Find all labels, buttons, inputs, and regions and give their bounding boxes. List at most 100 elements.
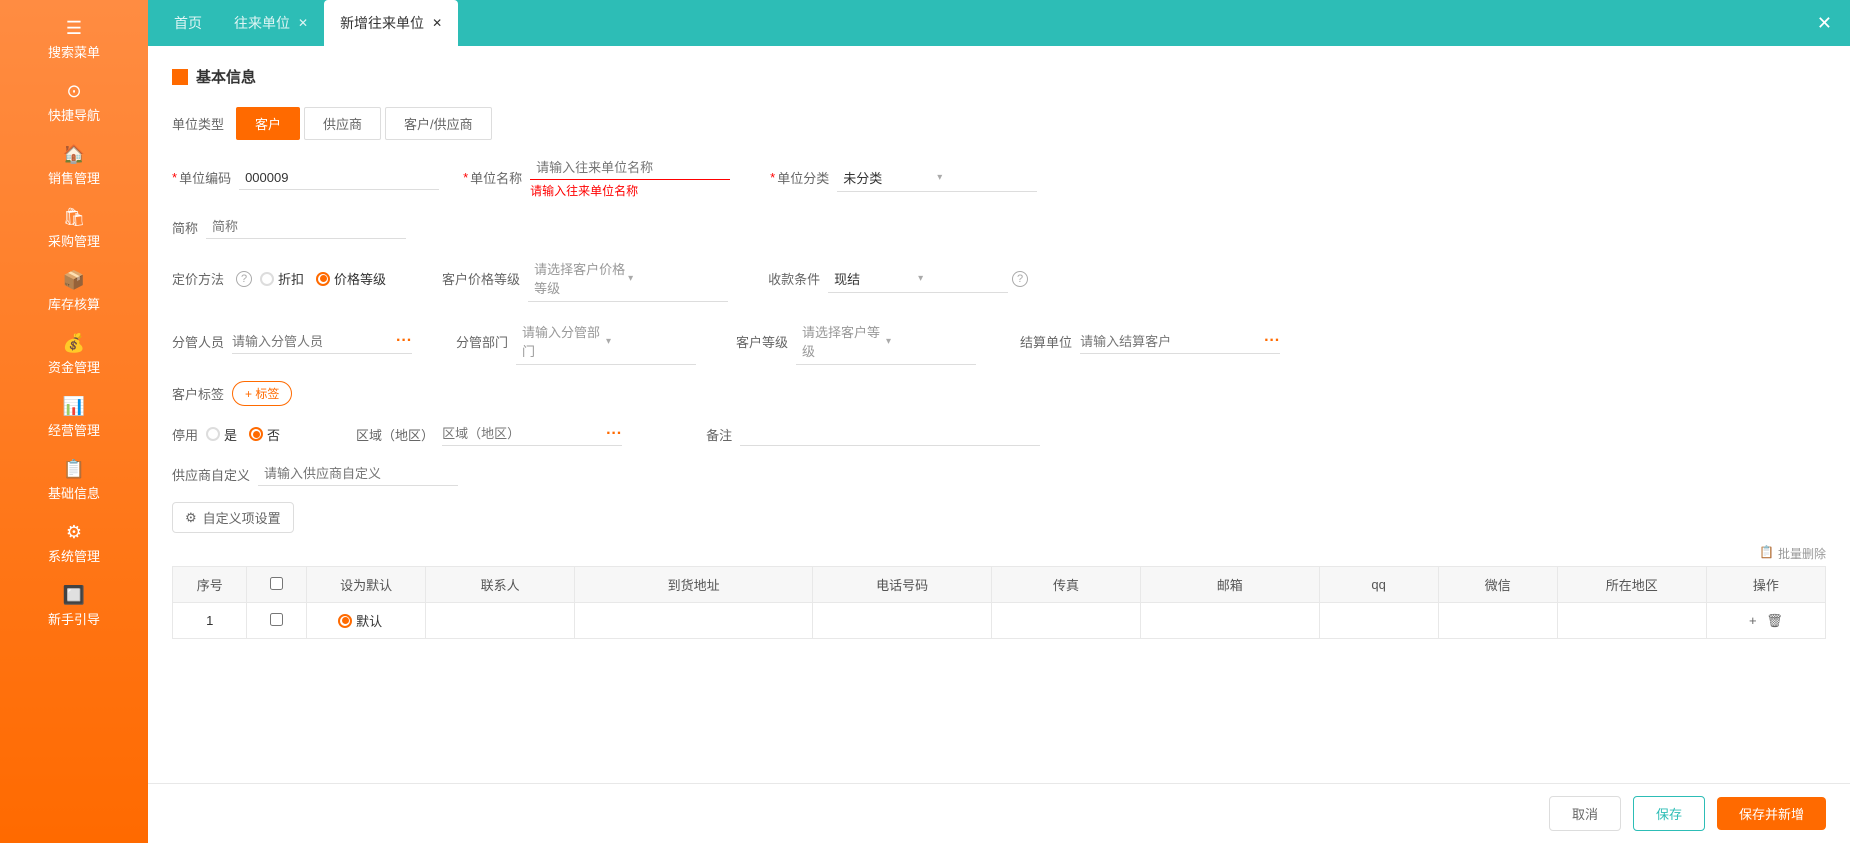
customer-level-select[interactable]: 请选择客户等级 ▾ — [796, 318, 976, 365]
pricing-discount-option[interactable]: 折扣 — [260, 269, 304, 288]
tab-partners[interactable]: 往来单位 ✕ — [218, 0, 324, 46]
disable-no-radio — [249, 427, 263, 441]
col-qq: qq — [1319, 567, 1438, 603]
tab-new-partner[interactable]: 新增往来单位 ✕ — [324, 0, 458, 46]
supplier-custom-input[interactable] — [258, 462, 458, 486]
sidebar-item-label: 基础信息 — [48, 483, 100, 502]
sidebar-item-system[interactable]: ⚙ 系统管理 — [0, 512, 148, 575]
disable-no-option[interactable]: 否 — [249, 425, 280, 444]
payment-terms-help-icon[interactable]: ? — [1012, 271, 1028, 287]
customer-level-field: 客户等级 请选择客户等级 ▾ — [736, 318, 976, 365]
sidebar-item-label: 采购管理 — [48, 231, 100, 250]
sidebar-item-basic-info[interactable]: 📋 基础信息 — [0, 449, 148, 512]
col-email: 邮箱 — [1140, 567, 1319, 603]
add-row-button[interactable]: + — [1749, 613, 1757, 628]
pricing-method-field: 定价方法 ? 折扣 价格等级 — [172, 269, 398, 288]
payment-terms-select[interactable]: 现结 ▾ — [828, 265, 1008, 293]
row-contact — [426, 603, 575, 639]
unit-code-input[interactable] — [239, 166, 439, 190]
add-tag-button[interactable]: + 标签 — [232, 381, 292, 406]
pricing-method-label: 定价方法 — [172, 269, 224, 288]
section-title-text: 基本信息 — [196, 66, 256, 87]
customer-price-level-select[interactable]: 请选择客户价格等级 ▾ — [528, 255, 728, 302]
row-fax-input[interactable] — [1002, 613, 1130, 628]
sidebar-item-purchase[interactable]: 🛍 采购管理 — [0, 197, 148, 260]
close-partners-tab[interactable]: ✕ — [298, 16, 308, 30]
section-flag-icon — [172, 69, 188, 85]
payment-terms-label: 收款条件 — [768, 269, 820, 288]
pricing-discount-radio — [260, 272, 274, 286]
manager-more-button[interactable]: ··· — [396, 332, 412, 350]
row-wechat-input[interactable] — [1449, 613, 1547, 628]
col-address: 到货地址 — [575, 567, 813, 603]
basic-info-icon: 📋 — [63, 459, 85, 480]
sidebar-item-label: 快捷导航 — [48, 105, 100, 124]
row-checkbox[interactable] — [270, 613, 283, 626]
col-default: 设为默认 — [307, 567, 426, 603]
sidebar-item-operations[interactable]: 📊 经营管理 — [0, 386, 148, 449]
department-label: 分管部门 — [456, 332, 508, 351]
row-default-radio-item[interactable]: 默认 — [317, 611, 403, 630]
batch-delete-button[interactable]: 批量删除 — [1778, 545, 1826, 562]
department-field: 分管部门 请输入分管部门 ▾ — [456, 318, 696, 365]
settlement-unit-input[interactable] — [1080, 330, 1258, 353]
sidebar-item-label: 系统管理 — [48, 546, 100, 565]
sidebar-item-inventory[interactable]: 📦 库存核算 — [0, 260, 148, 323]
region-input[interactable] — [442, 422, 600, 445]
settlement-unit-input-wrapper: ··· — [1080, 330, 1280, 354]
customer-tag-field: 客户标签 + 标签 — [172, 381, 292, 406]
pricing-help-icon[interactable]: ? — [236, 271, 252, 287]
close-new-partner-tab[interactable]: ✕ — [432, 16, 442, 30]
unit-type-both-button[interactable]: 客户/供应商 — [385, 107, 492, 140]
row-contact-input[interactable] — [436, 613, 564, 628]
row-email-input[interactable] — [1151, 613, 1309, 628]
save-button[interactable]: 保存 — [1633, 796, 1705, 831]
sidebar-item-sales[interactable]: 🏠 销售管理 — [0, 134, 148, 197]
sidebar-item-quick-nav[interactable]: ⊙ 快捷导航 — [0, 71, 148, 134]
region-more-button[interactable]: ··· — [606, 425, 622, 443]
sidebar-item-guide[interactable]: 🔲 新手引导 — [0, 575, 148, 638]
sidebar-item-search[interactable]: ☰ 搜索菜单 — [0, 8, 148, 71]
pricing-discount-label: 折扣 — [278, 269, 304, 288]
tab-home[interactable]: 首页 — [158, 0, 218, 46]
row-address-input[interactable] — [585, 613, 802, 628]
sidebar: ☰ 搜索菜单 ⊙ 快捷导航 🏠 销售管理 🛍 采购管理 📦 库存核算 💰 资金管… — [0, 0, 148, 843]
add-tag-label: + 标签 — [245, 385, 279, 402]
custom-settings-button[interactable]: ⚙ 自定义项设置 — [172, 502, 294, 533]
row-default-radio — [338, 614, 352, 628]
sidebar-item-label: 经营管理 — [48, 420, 100, 439]
short-name-input[interactable] — [206, 215, 406, 239]
customer-level-chevron-icon: ▾ — [886, 336, 970, 347]
row-index: 1 — [173, 603, 247, 639]
unit-name-input[interactable] — [530, 156, 730, 180]
tab-bar: 首页 往来单位 ✕ 新增往来单位 ✕ ✕ — [148, 0, 1850, 46]
save-new-button[interactable]: 保存并新增 — [1717, 797, 1826, 830]
unit-type-customer-button[interactable]: 客户 — [236, 107, 300, 140]
row-phone-input[interactable] — [823, 613, 981, 628]
pricing-level-option[interactable]: 价格等级 — [316, 269, 386, 288]
delete-row-button[interactable]: 🗑 — [1766, 613, 1783, 628]
disable-yes-option[interactable]: 是 — [206, 425, 237, 444]
note-input[interactable] — [740, 422, 1040, 446]
customer-price-level-label: 客户价格等级 — [442, 269, 520, 288]
unit-category-select[interactable]: 未分类 ▾ — [837, 164, 1037, 192]
unit-type-row: 单位类型 客户 供应商 客户/供应商 — [172, 107, 1826, 140]
disable-row: 停用 是 否 区域（地区） ··· — [172, 422, 1826, 446]
sales-icon: 🏠 — [63, 144, 85, 165]
row-region — [1557, 603, 1706, 639]
select-all-checkbox[interactable] — [270, 577, 283, 590]
unit-type-supplier-button[interactable]: 供应商 — [304, 107, 381, 140]
row-region-input[interactable] — [1568, 613, 1696, 628]
sidebar-item-finance[interactable]: 💰 资金管理 — [0, 323, 148, 386]
cancel-button[interactable]: 取消 — [1549, 796, 1621, 831]
disable-yes-radio — [206, 427, 220, 441]
close-all-tabs-button[interactable]: ✕ — [1809, 9, 1840, 38]
manager-input[interactable] — [232, 330, 390, 353]
settlement-unit-more-button[interactable]: ··· — [1264, 332, 1280, 350]
department-select[interactable]: 请输入分管部门 ▾ — [516, 318, 696, 365]
col-action: 操作 — [1706, 567, 1825, 603]
region-label: 区域（地区） — [356, 425, 434, 444]
custom-settings-label: 自定义项设置 — [203, 508, 281, 527]
main-area: 首页 往来单位 ✕ 新增往来单位 ✕ ✕ 基本信息 单位类型 客户 供应商 客户… — [148, 0, 1850, 843]
row-qq-input[interactable] — [1330, 613, 1428, 628]
